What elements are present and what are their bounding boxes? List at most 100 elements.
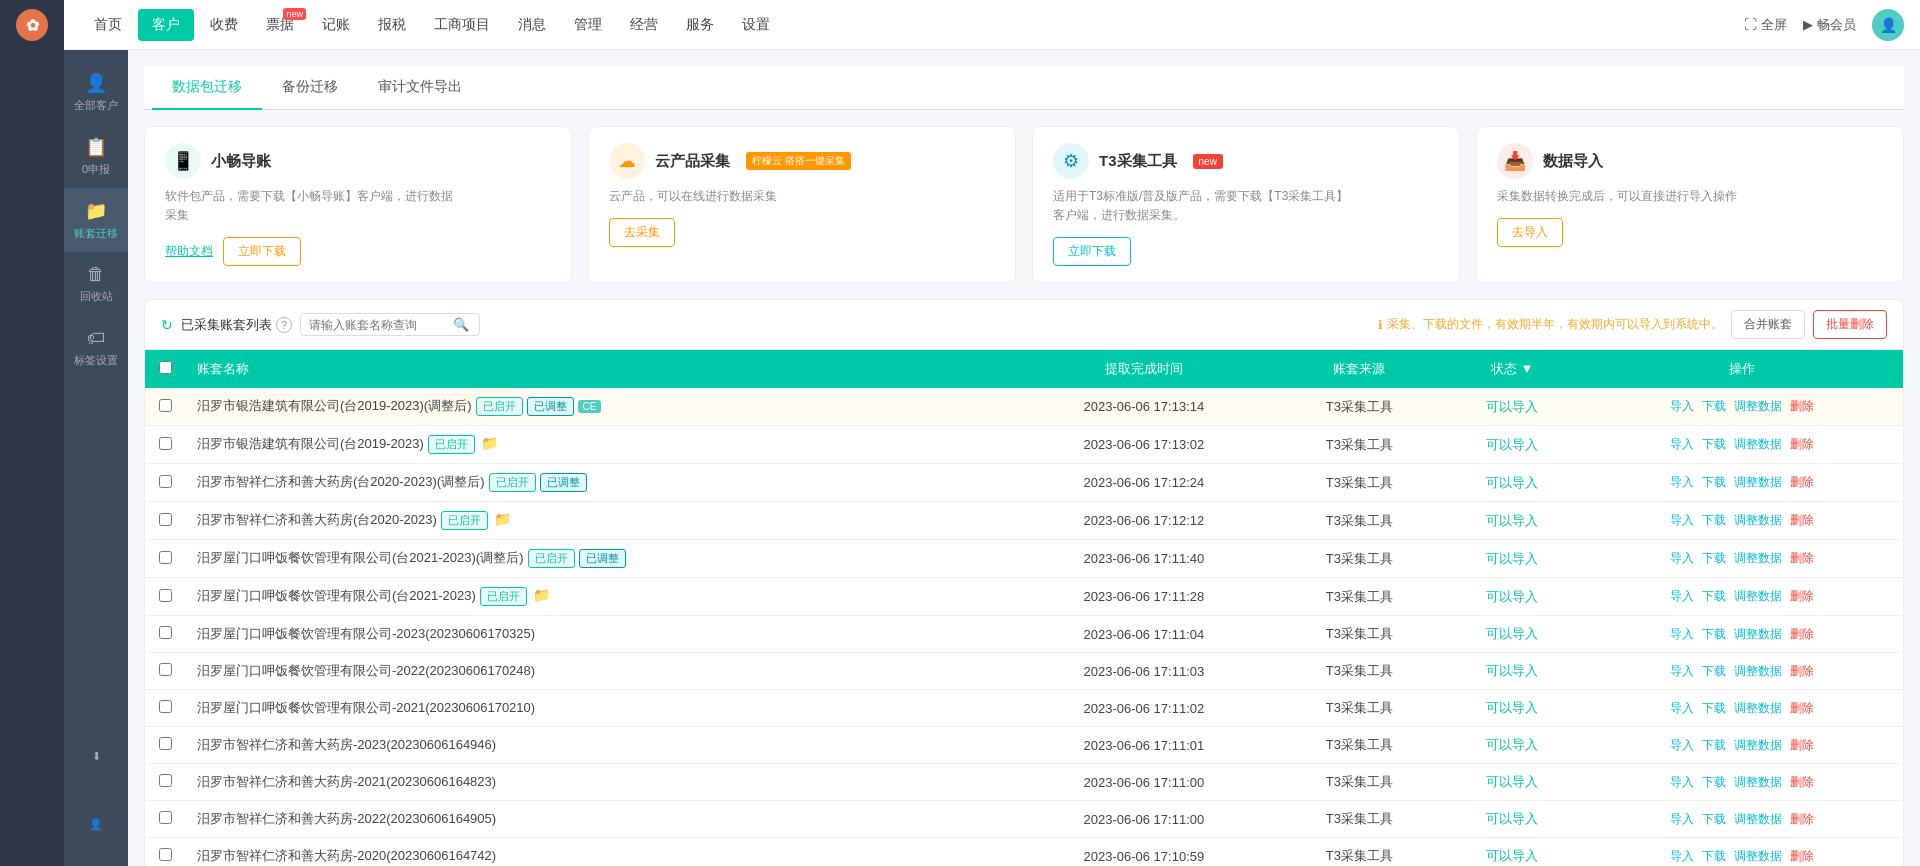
member-btn[interactable]: ▶ 畅会员 <box>1803 16 1856 34</box>
sidebar-item-account-migration[interactable]: 📁 账套迁移 <box>64 188 128 252</box>
action-btn-下载[interactable]: 下载 <box>1702 513 1726 527</box>
sidebar-item-all-clients[interactable]: 👤 全部客户 <box>64 60 128 124</box>
action-btn-调整数据[interactable]: 调整数据 <box>1734 551 1782 565</box>
nav-bizproject[interactable]: 工商项目 <box>420 0 504 50</box>
action-btn-下载[interactable]: 下载 <box>1702 701 1726 715</box>
tab-data-migration[interactable]: 数据包迁移 <box>152 66 262 110</box>
action-btn-下载[interactable]: 下载 <box>1702 775 1726 789</box>
action-btn-删除[interactable]: 删除 <box>1790 627 1814 641</box>
action-btn-下载[interactable]: 下载 <box>1702 627 1726 641</box>
folder-icon[interactable]: 📁 <box>533 587 550 603</box>
search-input[interactable] <box>309 318 449 332</box>
action-btn-删除[interactable]: 删除 <box>1790 738 1814 752</box>
action-btn-删除[interactable]: 删除 <box>1790 437 1814 451</box>
folder-icon[interactable]: 📁 <box>481 435 498 451</box>
sidebar-item-user[interactable]: 👤 <box>64 792 128 856</box>
action-btn-下载[interactable]: 下载 <box>1702 664 1726 678</box>
row-checkbox[interactable] <box>159 399 172 412</box>
action-btn-调整数据[interactable]: 调整数据 <box>1734 812 1782 826</box>
action-btn-导入[interactable]: 导入 <box>1670 399 1694 413</box>
action-btn-导入[interactable]: 导入 <box>1670 775 1694 789</box>
cloud-collect-btn[interactable]: 去采集 <box>609 218 675 247</box>
row-checkbox[interactable] <box>159 475 172 488</box>
nav-billing[interactable]: 收费 <box>196 0 252 50</box>
action-btn-调整数据[interactable]: 调整数据 <box>1734 627 1782 641</box>
action-btn-调整数据[interactable]: 调整数据 <box>1734 589 1782 603</box>
row-checkbox[interactable] <box>159 737 172 750</box>
batch-delete-btn[interactable]: 批量删除 <box>1813 310 1887 339</box>
action-btn-导入[interactable]: 导入 <box>1670 701 1694 715</box>
row-checkbox[interactable] <box>159 626 172 639</box>
xiaochangzhang-help-link[interactable]: 帮助文档 <box>165 243 213 260</box>
action-btn-删除[interactable]: 删除 <box>1790 812 1814 826</box>
row-checkbox[interactable] <box>159 700 172 713</box>
nav-invoice[interactable]: 票据 new <box>252 0 308 50</box>
action-btn-调整数据[interactable]: 调整数据 <box>1734 664 1782 678</box>
action-btn-删除[interactable]: 删除 <box>1790 513 1814 527</box>
fullscreen-btn[interactable]: ⛶ 全屏 <box>1744 16 1787 34</box>
select-all-checkbox[interactable] <box>159 361 172 374</box>
action-btn-删除[interactable]: 删除 <box>1790 475 1814 489</box>
tab-backup-migration[interactable]: 备份迁移 <box>262 66 358 110</box>
action-btn-调整数据[interactable]: 调整数据 <box>1734 399 1782 413</box>
row-checkbox[interactable] <box>159 774 172 787</box>
help-icon[interactable]: ? <box>276 317 292 333</box>
nav-home[interactable]: 首页 <box>80 0 136 50</box>
sidebar-item-zero-report[interactable]: 📋 0申报 <box>64 124 128 188</box>
t3-tool-download-btn[interactable]: 立即下载 <box>1053 237 1131 266</box>
nav-settings[interactable]: 设置 <box>728 0 784 50</box>
action-btn-导入[interactable]: 导入 <box>1670 627 1694 641</box>
nav-manage[interactable]: 管理 <box>560 0 616 50</box>
action-btn-调整数据[interactable]: 调整数据 <box>1734 738 1782 752</box>
row-checkbox[interactable] <box>159 437 172 450</box>
action-btn-下载[interactable]: 下载 <box>1702 589 1726 603</box>
action-btn-下载[interactable]: 下载 <box>1702 399 1726 413</box>
action-btn-导入[interactable]: 导入 <box>1670 849 1694 863</box>
row-checkbox[interactable] <box>159 663 172 676</box>
row-checkbox[interactable] <box>159 589 172 602</box>
action-btn-调整数据[interactable]: 调整数据 <box>1734 701 1782 715</box>
merge-account-btn[interactable]: 合并账套 <box>1731 310 1805 339</box>
action-btn-调整数据[interactable]: 调整数据 <box>1734 437 1782 451</box>
search-icon[interactable]: 🔍 <box>453 317 469 332</box>
action-btn-调整数据[interactable]: 调整数据 <box>1734 513 1782 527</box>
row-checkbox[interactable] <box>159 551 172 564</box>
data-import-btn[interactable]: 去导入 <box>1497 218 1563 247</box>
action-btn-调整数据[interactable]: 调整数据 <box>1734 849 1782 863</box>
action-btn-下载[interactable]: 下载 <box>1702 437 1726 451</box>
action-btn-删除[interactable]: 删除 <box>1790 664 1814 678</box>
action-btn-导入[interactable]: 导入 <box>1670 812 1694 826</box>
action-btn-删除[interactable]: 删除 <box>1790 775 1814 789</box>
action-btn-调整数据[interactable]: 调整数据 <box>1734 475 1782 489</box>
tab-audit-export[interactable]: 审计文件导出 <box>358 66 482 110</box>
row-checkbox[interactable] <box>159 811 172 824</box>
action-btn-下载[interactable]: 下载 <box>1702 551 1726 565</box>
refresh-icon[interactable]: ↻ <box>161 317 173 333</box>
row-checkbox[interactable] <box>159 848 172 861</box>
action-btn-导入[interactable]: 导入 <box>1670 551 1694 565</box>
xiaochangzhang-download-btn[interactable]: 立即下载 <box>223 237 301 266</box>
sidebar-item-tag-settings[interactable]: 🏷 标签设置 <box>64 316 128 380</box>
action-btn-导入[interactable]: 导入 <box>1670 475 1694 489</box>
action-btn-导入[interactable]: 导入 <box>1670 664 1694 678</box>
action-btn-导入[interactable]: 导入 <box>1670 513 1694 527</box>
row-checkbox[interactable] <box>159 513 172 526</box>
nav-operation[interactable]: 经营 <box>616 0 672 50</box>
avatar[interactable]: 👤 <box>1872 9 1904 41</box>
action-btn-下载[interactable]: 下载 <box>1702 849 1726 863</box>
nav-tax[interactable]: 报税 <box>364 0 420 50</box>
folder-icon[interactable]: 📁 <box>494 511 511 527</box>
action-btn-删除[interactable]: 删除 <box>1790 849 1814 863</box>
nav-message[interactable]: 消息 <box>504 0 560 50</box>
action-btn-下载[interactable]: 下载 <box>1702 475 1726 489</box>
action-btn-删除[interactable]: 删除 <box>1790 399 1814 413</box>
sidebar-item-download[interactable]: ⬇ <box>64 724 128 788</box>
action-btn-导入[interactable]: 导入 <box>1670 437 1694 451</box>
nav-service[interactable]: 服务 <box>672 0 728 50</box>
action-btn-下载[interactable]: 下载 <box>1702 738 1726 752</box>
action-btn-下载[interactable]: 下载 <box>1702 812 1726 826</box>
action-btn-删除[interactable]: 删除 <box>1790 551 1814 565</box>
sidebar-item-recycle[interactable]: 🗑 回收站 <box>64 252 128 316</box>
action-btn-导入[interactable]: 导入 <box>1670 589 1694 603</box>
action-btn-删除[interactable]: 删除 <box>1790 701 1814 715</box>
